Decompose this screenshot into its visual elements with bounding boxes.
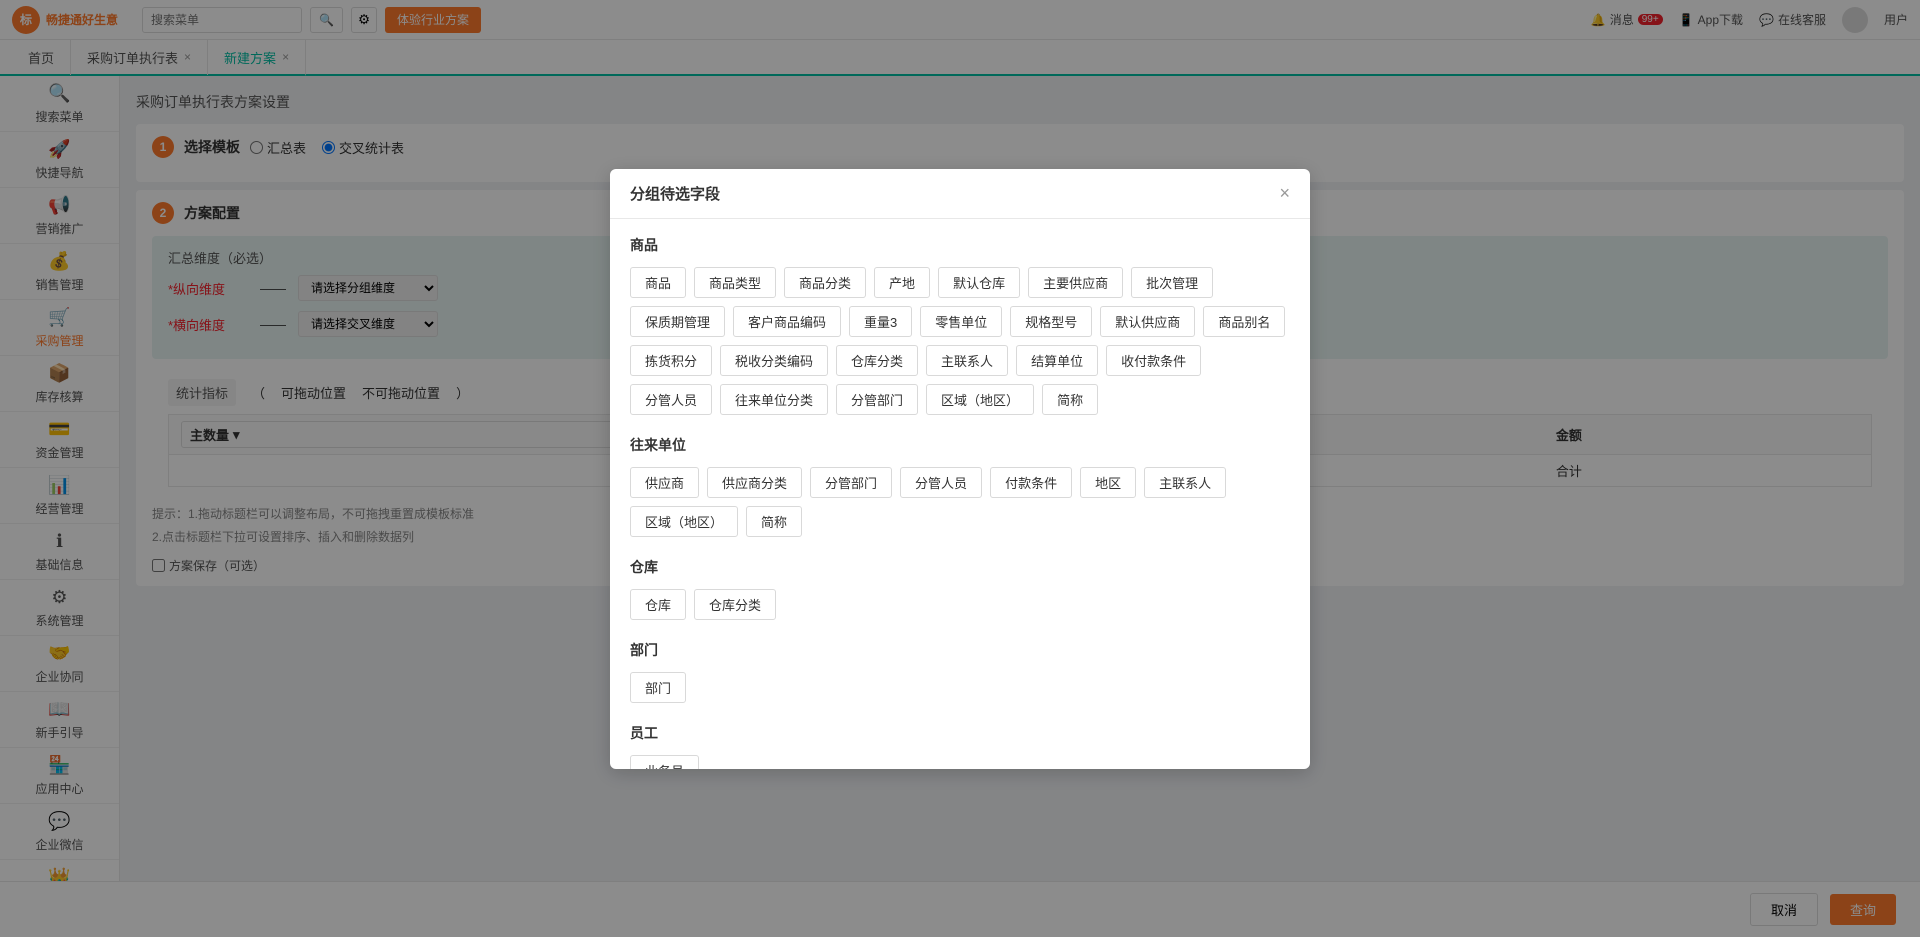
modal-overlay: 分组待选字段 × 商品商品商品类型商品分类产地默认仓库主要供应商批次管理保质期管…	[0, 0, 1920, 937]
field-tag-0-20[interactable]: 分管人员	[630, 384, 712, 415]
field-tag-1-5[interactable]: 地区	[1080, 467, 1136, 498]
field-tag-0-17[interactable]: 主联系人	[926, 345, 1008, 376]
field-tag-1-8[interactable]: 简称	[746, 506, 802, 537]
field-tag-0-22[interactable]: 分管部门	[836, 384, 918, 415]
field-tag-0-1[interactable]: 商品类型	[694, 267, 776, 298]
field-group-title-0: 商品	[630, 235, 1290, 255]
field-tag-0-11[interactable]: 规格型号	[1010, 306, 1092, 337]
field-group-title-3: 部门	[630, 640, 1290, 660]
field-tag-0-16[interactable]: 仓库分类	[836, 345, 918, 376]
field-tag-0-14[interactable]: 拣货积分	[630, 345, 712, 376]
field-tag-0-18[interactable]: 结算单位	[1016, 345, 1098, 376]
field-tag-0-12[interactable]: 默认供应商	[1100, 306, 1195, 337]
field-tag-1-2[interactable]: 分管部门	[810, 467, 892, 498]
modal: 分组待选字段 × 商品商品商品类型商品分类产地默认仓库主要供应商批次管理保质期管…	[610, 169, 1310, 769]
field-tag-1-6[interactable]: 主联系人	[1144, 467, 1226, 498]
field-tag-0-21[interactable]: 往来单位分类	[720, 384, 828, 415]
field-tag-0-7[interactable]: 保质期管理	[630, 306, 725, 337]
field-tag-3-0[interactable]: 部门	[630, 672, 686, 703]
field-tag-0-13[interactable]: 商品别名	[1203, 306, 1285, 337]
field-tag-0-0[interactable]: 商品	[630, 267, 686, 298]
field-group-1: 往来单位供应商供应商分类分管部门分管人员付款条件地区主联系人区域（地区） 简称	[630, 435, 1290, 537]
field-tag-0-9[interactable]: 重量3	[849, 306, 912, 337]
field-group-title-4: 员工	[630, 723, 1290, 743]
field-group-title-1: 往来单位	[630, 435, 1290, 455]
modal-body: 商品商品商品类型商品分类产地默认仓库主要供应商批次管理保质期管理客户商品编码重量…	[610, 219, 1310, 769]
field-tags-4: 业务员	[630, 755, 1290, 769]
field-tag-1-1[interactable]: 供应商分类	[707, 467, 802, 498]
field-tags-0: 商品商品类型商品分类产地默认仓库主要供应商批次管理保质期管理客户商品编码重量3 零…	[630, 267, 1290, 415]
field-tag-0-19[interactable]: 收付款条件	[1106, 345, 1201, 376]
field-tag-0-6[interactable]: 批次管理	[1131, 267, 1213, 298]
field-tag-0-5[interactable]: 主要供应商	[1028, 267, 1123, 298]
field-tags-2: 仓库仓库分类	[630, 589, 1290, 620]
modal-header: 分组待选字段 ×	[610, 169, 1310, 219]
field-tag-0-4[interactable]: 默认仓库	[938, 267, 1020, 298]
field-tag-0-15[interactable]: 税收分类编码	[720, 345, 828, 376]
field-tag-1-0[interactable]: 供应商	[630, 467, 699, 498]
modal-title: 分组待选字段	[630, 183, 720, 204]
field-tag-0-23[interactable]: 区域（地区）	[926, 384, 1034, 415]
field-tag-0-24[interactable]: 简称	[1042, 384, 1098, 415]
field-tags-3: 部门	[630, 672, 1290, 703]
field-tag-1-4[interactable]: 付款条件	[990, 467, 1072, 498]
field-tag-4-0[interactable]: 业务员	[630, 755, 699, 769]
field-group-title-2: 仓库	[630, 557, 1290, 577]
field-tag-0-2[interactable]: 商品分类	[784, 267, 866, 298]
field-tag-2-1[interactable]: 仓库分类	[694, 589, 776, 620]
field-tag-1-3[interactable]: 分管人员	[900, 467, 982, 498]
field-group-2: 仓库仓库仓库分类	[630, 557, 1290, 620]
field-tag-0-3[interactable]: 产地	[874, 267, 930, 298]
field-tag-1-7[interactable]: 区域（地区）	[630, 506, 738, 537]
field-tags-1: 供应商供应商分类分管部门分管人员付款条件地区主联系人区域（地区） 简称	[630, 467, 1290, 537]
field-group-3: 部门部门	[630, 640, 1290, 703]
field-tag-0-10[interactable]: 零售单位	[920, 306, 1002, 337]
field-group-0: 商品商品商品类型商品分类产地默认仓库主要供应商批次管理保质期管理客户商品编码重量…	[630, 235, 1290, 415]
field-tag-0-8[interactable]: 客户商品编码	[733, 306, 841, 337]
modal-close-button[interactable]: ×	[1279, 184, 1290, 202]
field-group-4: 员工业务员	[630, 723, 1290, 769]
field-tag-2-0[interactable]: 仓库	[630, 589, 686, 620]
